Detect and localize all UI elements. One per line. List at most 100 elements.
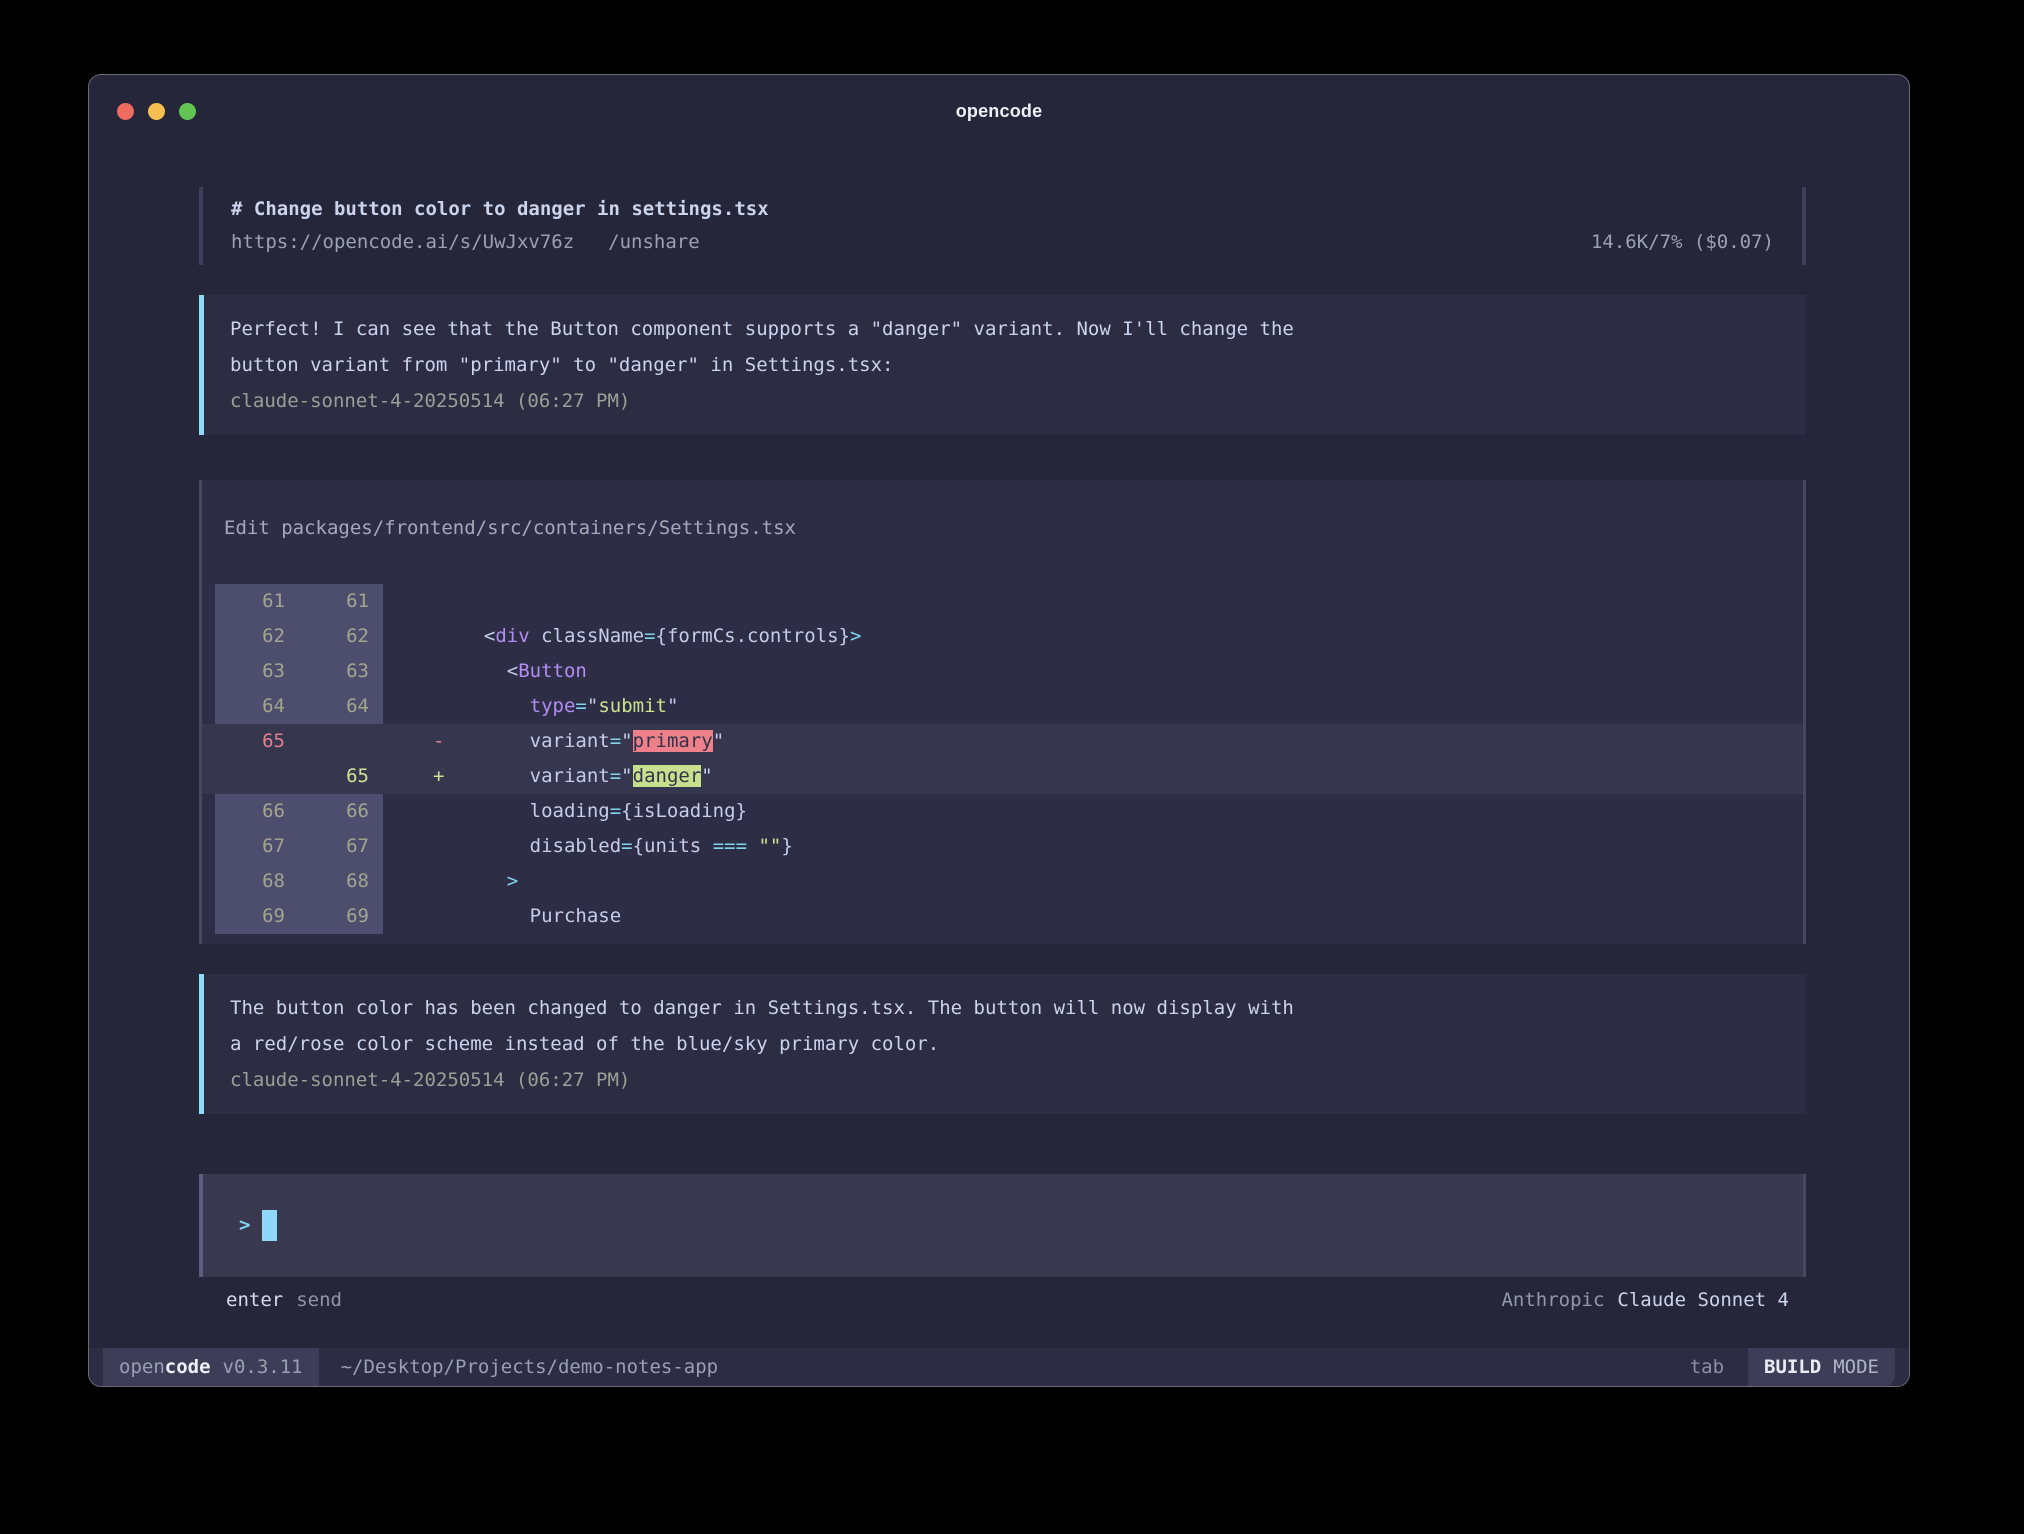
prompt-input[interactable]: > — [199, 1174, 1806, 1277]
diff-marker — [383, 864, 461, 899]
unshare-command: /unshare — [608, 226, 700, 258]
assistant-message: The button color has been changed to dan… — [199, 974, 1806, 1114]
diff-gutter: 65 — [215, 759, 383, 794]
diff-row: 6767 disabled={units === ""} — [202, 829, 1803, 864]
diff-row: 6969 Purchase — [202, 899, 1803, 934]
app-name-bold: code — [165, 1356, 211, 1378]
new-line-number — [299, 724, 383, 759]
edit-tool-title: Edit packages/frontend/src/containers/Se… — [224, 514, 1803, 542]
assistant-message-meta: claude-sonnet-4-20250514 (06:27 PM) — [230, 383, 1786, 419]
old-line-number: 62 — [215, 619, 299, 654]
assistant-message-text: Perfect! I can see that the Button compo… — [230, 311, 1786, 383]
diff-row: 65+ variant="danger" — [202, 759, 1803, 794]
provider-label: Anthropic — [1501, 1287, 1604, 1313]
assistant-message-text: The button color has been changed to dan… — [230, 990, 1786, 1062]
app-version: v0.3.11 — [223, 1356, 303, 1378]
model-label: Claude Sonnet 4 — [1617, 1287, 1789, 1313]
diff-gutter: 6868 — [215, 864, 383, 899]
window-titlebar: opencode — [89, 75, 1909, 147]
window-title: opencode — [956, 101, 1043, 122]
mode-name: BUILD — [1764, 1356, 1821, 1378]
diff-gutter: 6464 — [215, 689, 383, 724]
old-line-number — [215, 759, 299, 794]
zoom-button[interactable] — [179, 103, 196, 120]
diff-row: 6262 <div className={formCs.controls}> — [202, 619, 1803, 654]
assistant-message: Perfect! I can see that the Button compo… — [199, 295, 1806, 435]
diff-code-line: disabled={units === ""} — [461, 829, 793, 864]
app-version-segment: opencode v0.3.11 — [103, 1348, 319, 1386]
diff-marker: - — [383, 724, 461, 759]
diff-gutter: 6262 — [215, 619, 383, 654]
tab-key-hint: tab — [1690, 1356, 1724, 1378]
diff-marker — [383, 689, 461, 724]
diff-rows: 61616262 <div className={formCs.controls… — [202, 584, 1803, 934]
edit-file-path: packages/frontend/src/containers/Setting… — [281, 517, 796, 539]
new-line-number: 69 — [299, 899, 383, 934]
diff-code-line: type="submit" — [461, 689, 678, 724]
assistant-message-meta: claude-sonnet-4-20250514 (06:27 PM) — [230, 1062, 1786, 1098]
diff-gutter: 6767 — [215, 829, 383, 864]
diff-marker: + — [383, 759, 461, 794]
mode-toggle[interactable]: BUILD MODE — [1748, 1348, 1895, 1386]
diff-code-line: variant="primary" — [461, 724, 724, 759]
diff-marker — [383, 584, 461, 619]
diff-row: 6161 — [202, 584, 1803, 619]
session-header: # Change button color to danger in setti… — [199, 187, 1806, 265]
diff-gutter: 6161 — [215, 584, 383, 619]
diff-row: 6666 loading={isLoading} — [202, 794, 1803, 829]
prompt-caret: > — [239, 1214, 250, 1236]
new-line-number: 67 — [299, 829, 383, 864]
diff-gutter: 6363 — [215, 654, 383, 689]
close-button[interactable] — [117, 103, 134, 120]
app-name-light: open — [119, 1356, 165, 1378]
old-line-number: 63 — [215, 654, 299, 689]
send-action-hint: send — [296, 1287, 342, 1313]
input-hints-row: enter send Anthropic Claude Sonnet 4 — [199, 1287, 1806, 1313]
old-line-number: 67 — [215, 829, 299, 864]
old-line-number: 69 — [215, 899, 299, 934]
minimize-button[interactable] — [148, 103, 165, 120]
old-line-number: 61 — [215, 584, 299, 619]
edit-action-label: Edit — [224, 517, 281, 539]
new-line-number: 64 — [299, 689, 383, 724]
diff-code-line: loading={isLoading} — [461, 794, 747, 829]
diff-row: 6868 > — [202, 864, 1803, 899]
session-subheader: https://opencode.ai/s/UwJxv76z /unshare … — [231, 226, 1774, 258]
diff-marker — [383, 654, 461, 689]
status-bar: opencode v0.3.11 ~/Desktop/Projects/demo… — [89, 1348, 1909, 1386]
enter-key-hint: enter — [226, 1287, 283, 1313]
new-line-number: 65 — [299, 759, 383, 794]
prompt-line[interactable]: > — [239, 1208, 1803, 1242]
diff-gutter: 65 — [215, 724, 383, 759]
working-directory: ~/Desktop/Projects/demo-notes-app — [341, 1356, 719, 1378]
diff-code-line: > — [461, 864, 518, 899]
old-line-number: 65 — [215, 724, 299, 759]
new-line-number: 62 — [299, 619, 383, 654]
text-cursor — [262, 1210, 277, 1241]
share-url[interactable]: https://opencode.ai/s/UwJxv76z — [231, 226, 574, 258]
diff-code-line: Purchase — [461, 899, 621, 934]
new-line-number: 63 — [299, 654, 383, 689]
old-line-number: 66 — [215, 794, 299, 829]
new-line-number: 68 — [299, 864, 383, 899]
new-line-number: 61 — [299, 584, 383, 619]
diff-marker — [383, 899, 461, 934]
diff-gutter: 6666 — [215, 794, 383, 829]
mode-suffix: MODE — [1833, 1356, 1879, 1378]
diff-row: 6464 type="submit" — [202, 689, 1803, 724]
new-line-number: 66 — [299, 794, 383, 829]
diff-gutter: 6969 — [215, 899, 383, 934]
token-cost-stats: 14.6K/7% ($0.07) — [1591, 226, 1774, 258]
traffic-lights — [117, 75, 196, 147]
old-line-number: 64 — [215, 689, 299, 724]
session-title: # Change button color to danger in setti… — [231, 192, 1774, 226]
diff-row: 65 - variant="primary" — [202, 724, 1803, 759]
diff-marker — [383, 794, 461, 829]
diff-code-line: variant="danger" — [461, 759, 713, 794]
diff-marker — [383, 619, 461, 654]
diff-marker — [383, 829, 461, 864]
diff-code-line: <Button — [461, 654, 587, 689]
diff-row: 6363 <Button — [202, 654, 1803, 689]
edit-tool-block: Edit packages/frontend/src/containers/Se… — [199, 480, 1806, 944]
old-line-number: 68 — [215, 864, 299, 899]
